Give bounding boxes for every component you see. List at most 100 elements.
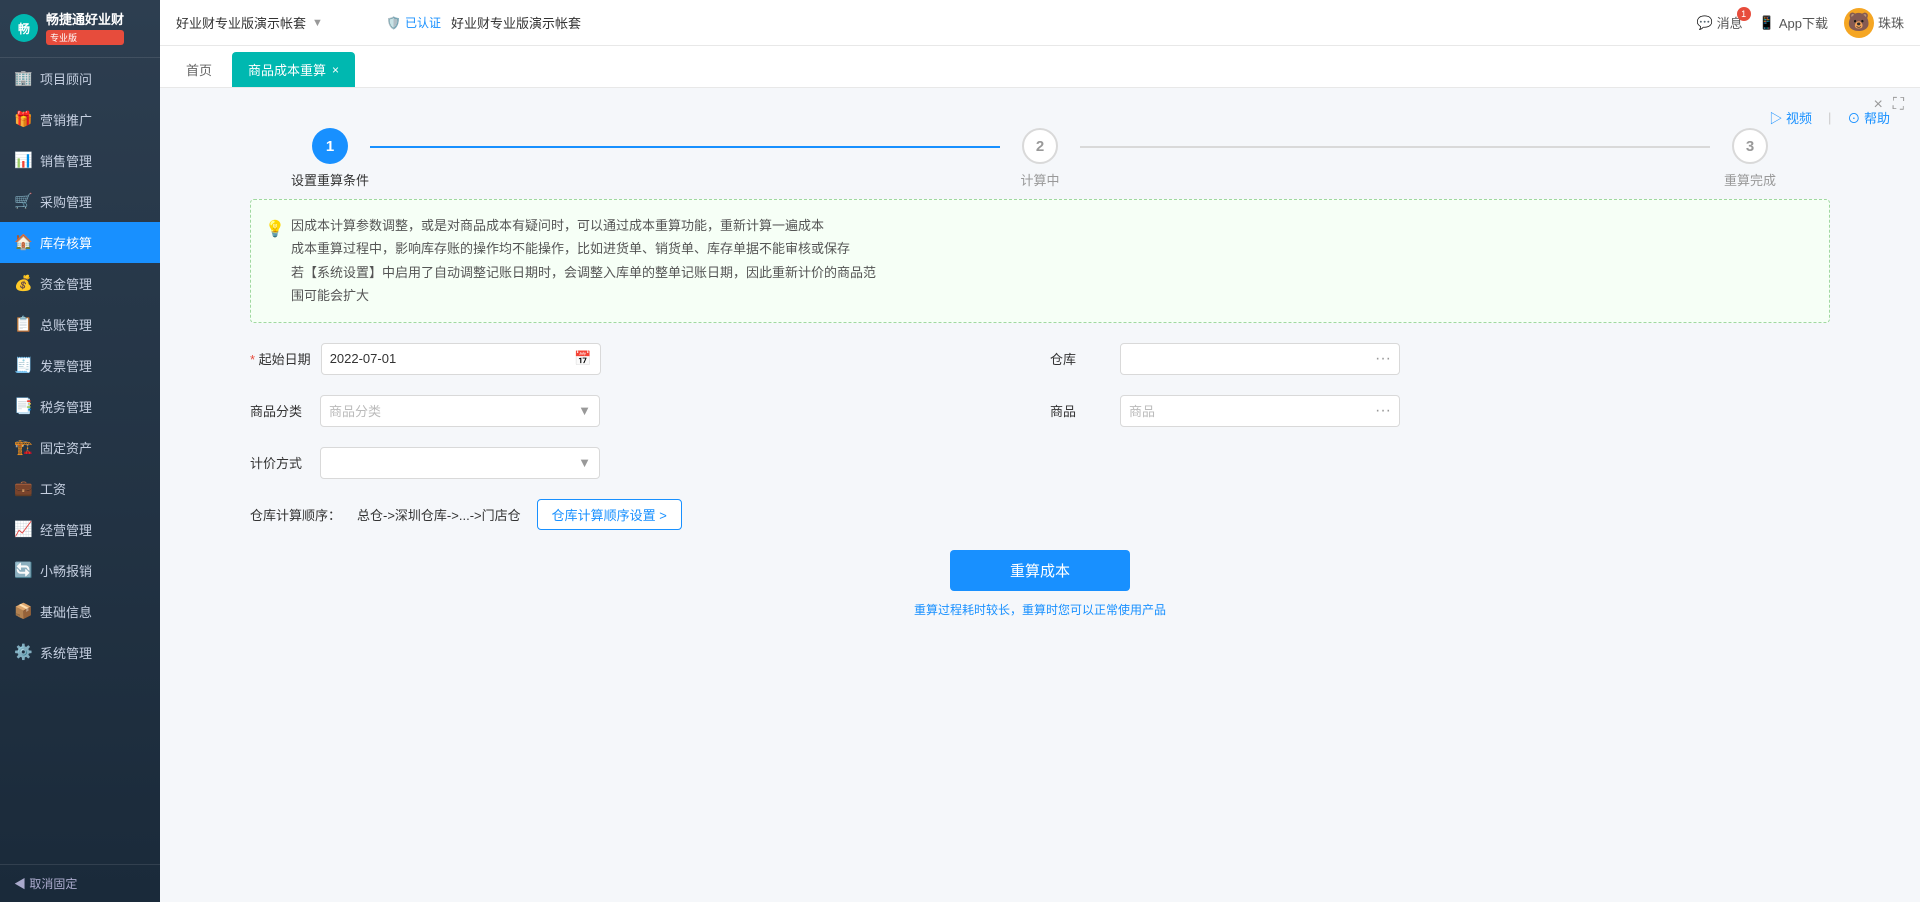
- operation-icon: 📈: [14, 520, 32, 538]
- form-row-3: 计价方式 ▼: [250, 447, 1830, 479]
- verified-badge: 🛡️ 已认证: [386, 14, 441, 31]
- sidebar-item-sales[interactable]: 📊 销售管理: [0, 140, 160, 181]
- user-menu[interactable]: 🐻 珠珠: [1844, 8, 1904, 38]
- message-button[interactable]: 💬 消息 1: [1696, 13, 1742, 32]
- project-icon: 🏢: [14, 69, 32, 87]
- warehouse-input[interactable]: ···: [1120, 343, 1400, 375]
- notice-line4: 围可能会扩大: [291, 284, 1813, 307]
- inventory-icon: 🏠: [14, 233, 32, 251]
- accounting-icon: 📋: [14, 315, 32, 333]
- start-date-input[interactable]: 2022-07-01 📅: [321, 343, 601, 375]
- account-dropdown-arrow: ▼: [312, 17, 323, 29]
- recalc-btn-label: 重算成本: [1010, 563, 1070, 580]
- notice-line1: 因成本计算参数调整，或是对商品成本有疑问时，可以通过成本重算功能，重新计算一遍成…: [291, 214, 1813, 237]
- tax-icon: 📑: [14, 397, 32, 415]
- recalc-button[interactable]: 重算成本: [950, 550, 1130, 591]
- main-area: 好业财专业版演示帐套 ▼ 🛡️ 已认证 好业财专业版演示帐套 💬 消息 1 📱 …: [160, 0, 1920, 902]
- sidebar-label-operation: 经营管理: [40, 520, 92, 539]
- product-placeholder: 商品: [1129, 401, 1155, 420]
- warehouse-order-label: 仓库计算顺序：: [250, 505, 341, 524]
- category-placeholder: 商品分类: [329, 401, 381, 420]
- form-row-1: 起始日期 2022-07-01 📅 仓库 ···: [250, 343, 1830, 375]
- maximize-window-icon[interactable]: ⛶: [1893, 96, 1904, 114]
- finance-icon: 💰: [14, 274, 32, 292]
- product-more-icon: ···: [1375, 402, 1391, 420]
- sidebar-item-inventory[interactable]: 🏠 库存核算: [0, 222, 160, 263]
- sidebar-item-purchase[interactable]: 🛒 采购管理: [0, 181, 160, 222]
- tab-cost-recalc-label: 商品成本重算: [248, 60, 326, 79]
- category-field: 商品分类 商品分类 ▼: [250, 395, 1030, 427]
- sidebar-unpin[interactable]: ◀ 取消固定: [0, 864, 160, 902]
- phone-icon: 📱: [1759, 15, 1775, 31]
- sidebar-item-marketing[interactable]: 🎁 营销推广: [0, 99, 160, 140]
- tab-cost-recalc[interactable]: 商品成本重算 ×: [232, 52, 355, 87]
- invoice-icon: 🧾: [14, 356, 32, 374]
- sidebar-item-basic[interactable]: 📦 基础信息: [0, 591, 160, 632]
- sidebar-item-operation[interactable]: 📈 经营管理: [0, 509, 160, 550]
- avatar: 🐻: [1844, 8, 1874, 38]
- sales-icon: 📊: [14, 151, 32, 169]
- account-selector[interactable]: 好业财专业版演示帐套 ▼: [176, 13, 376, 32]
- category-select[interactable]: 商品分类 ▼: [320, 395, 600, 427]
- step-3: 3 重算完成: [1710, 128, 1790, 189]
- sidebar-item-tax[interactable]: 📑 税务管理: [0, 386, 160, 427]
- notice-line2: 成本重算过程中，影响库存账的操作均不能操作，比如进货单、销货单、库存单据不能审核…: [291, 237, 1813, 260]
- sidebar-label-assets: 固定资产: [40, 438, 92, 457]
- sidebar-item-expense[interactable]: 🔄 小畅报销: [0, 550, 160, 591]
- price-method-dropdown-icon: ▼: [578, 455, 591, 470]
- tab-home-label: 首页: [186, 63, 212, 78]
- step-2-num: 2: [1036, 138, 1044, 155]
- sidebar-item-accounting[interactable]: 📋 总账管理: [0, 304, 160, 345]
- sidebar-label-marketing: 营销推广: [40, 110, 92, 129]
- message-badge: 1: [1737, 7, 1751, 21]
- warehouse-order-row: 仓库计算顺序： 总仓->深圳仓库->...->门店仓 仓库计算顺序设置 >: [250, 499, 1830, 530]
- start-date-label: 起始日期: [250, 349, 311, 368]
- warehouse-order-value: 总仓->深圳仓库->...->门店仓: [357, 505, 521, 524]
- more-icon: ···: [1375, 350, 1391, 368]
- sidebar-item-finance[interactable]: 💰 资金管理: [0, 263, 160, 304]
- connector-2-3: [1080, 146, 1710, 148]
- app-download-button[interactable]: 📱 App下载: [1759, 13, 1828, 32]
- sidebar-label-basic: 基础信息: [40, 602, 92, 621]
- sidebar-item-project[interactable]: 🏢 项目顾问: [0, 58, 160, 99]
- step-3-circle: 3: [1732, 128, 1768, 164]
- sidebar-scroll: 🏢 项目顾问 🎁 营销推广 📊 销售管理 🛒 采购管理 🏠 库存核算 💰 资金管…: [0, 58, 160, 864]
- notice-line3: 若【系统设置】中启用了自动调整记账日期时，会调整入库单的整单记账日期，因此重新计…: [291, 261, 1813, 284]
- tabbar: 首页 商品成本重算 ×: [160, 46, 1920, 88]
- price-method-select[interactable]: ▼: [320, 447, 600, 479]
- step-1-label: 设置重算条件: [291, 170, 369, 189]
- sidebar-label-system: 系统管理: [40, 643, 92, 662]
- sidebar-item-assets[interactable]: 🏗️ 固定资产: [0, 427, 160, 468]
- warehouse-order-settings-button[interactable]: 仓库计算顺序设置 >: [537, 499, 682, 530]
- form-area: 起始日期 2022-07-01 📅 仓库 ··· 商品分: [250, 343, 1830, 479]
- category-dropdown-icon: ▼: [578, 403, 591, 418]
- action-area: 重算成本 重算过程耗时较长，重算时您可以正常使用产品: [190, 550, 1890, 618]
- sidebar-label-invoice: 发票管理: [40, 356, 92, 375]
- content-area: × ⛶ ▷ 视频 | ⊙ 帮助 1 设置重算条件 2: [160, 88, 1920, 902]
- video-link[interactable]: ▷ 视频: [1769, 108, 1812, 127]
- sidebar-item-salary[interactable]: 💼 工资: [0, 468, 160, 509]
- message-icon: 💬: [1696, 15, 1712, 31]
- step-2-circle: 2: [1022, 128, 1058, 164]
- basic-icon: 📦: [14, 602, 32, 620]
- start-date-value: 2022-07-01: [330, 351, 397, 366]
- app-title-block: 畅捷通好业财 专业版: [46, 12, 124, 45]
- product-input[interactable]: 商品 ···: [1120, 395, 1400, 427]
- form-row-2: 商品分类 商品分类 ▼ 商品 商品 ···: [250, 395, 1830, 427]
- shield-icon: 🛡️: [386, 16, 401, 30]
- help-link[interactable]: ⊙ 帮助: [1847, 108, 1890, 127]
- step-1-circle: 1: [312, 128, 348, 164]
- tab-home[interactable]: 首页: [170, 52, 228, 87]
- account-name: 好业财专业版演示帐套: [176, 13, 306, 32]
- tab-close-icon[interactable]: ×: [332, 63, 339, 77]
- user-name: 珠珠: [1878, 13, 1904, 32]
- topbar: 好业财专业版演示帐套 ▼ 🛡️ 已认证 好业财专业版演示帐套 💬 消息 1 📱 …: [160, 0, 1920, 46]
- sidebar-item-invoice[interactable]: 🧾 发票管理: [0, 345, 160, 386]
- app-logo: 畅: [10, 14, 38, 42]
- sidebar-label-inventory: 库存核算: [40, 233, 92, 252]
- step-3-label: 重算完成: [1724, 170, 1776, 189]
- sidebar-label-accounting: 总账管理: [40, 315, 92, 334]
- step-2: 2 计算中: [1000, 128, 1080, 189]
- sidebar-item-system[interactable]: ⚙️ 系统管理: [0, 632, 160, 673]
- system-icon: ⚙️: [14, 643, 32, 661]
